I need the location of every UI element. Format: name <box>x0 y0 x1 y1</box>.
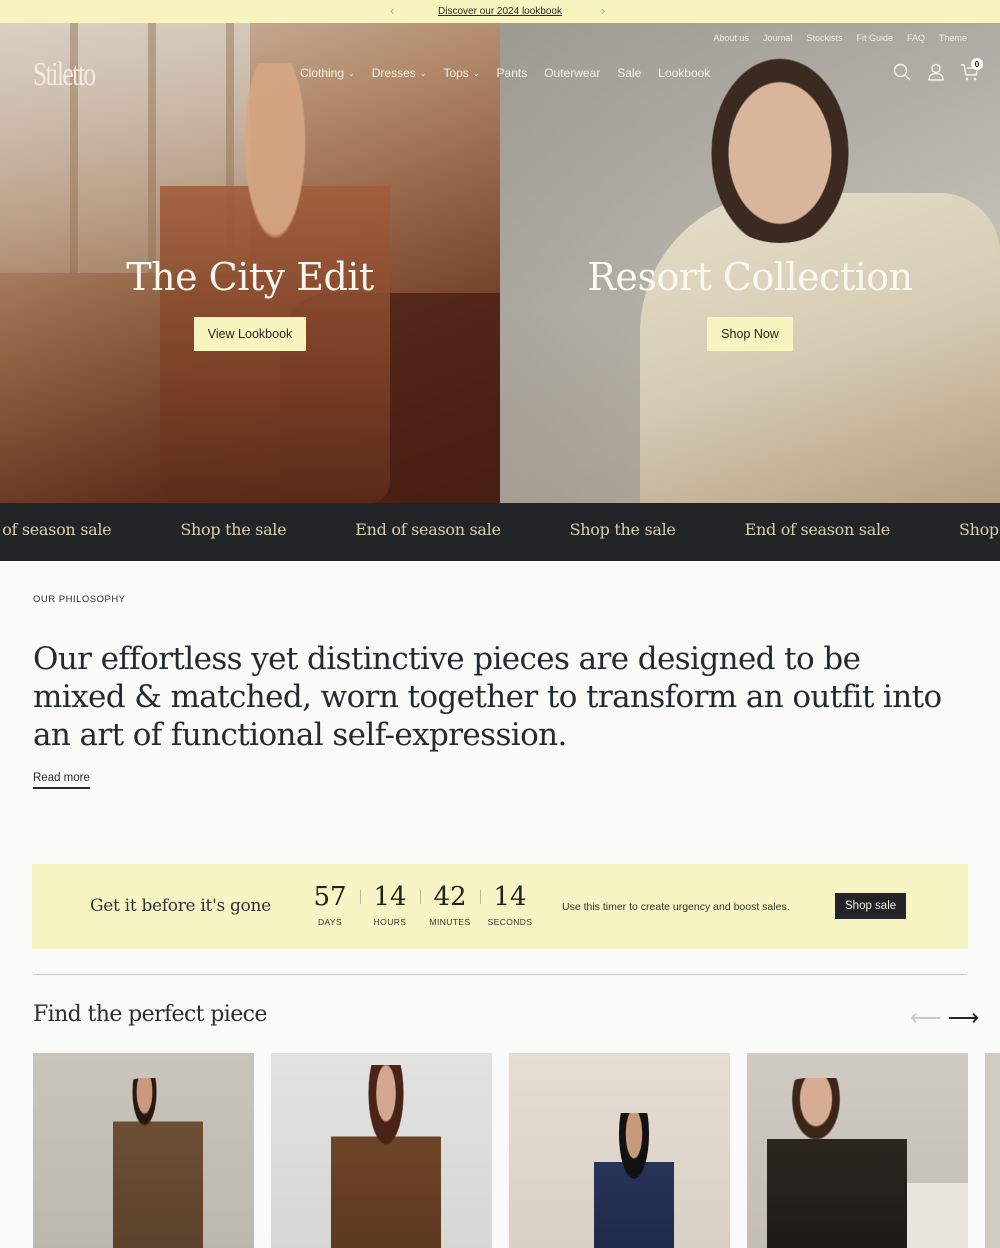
hero-title: The City Edit <box>126 255 374 299</box>
nav-label: Pants <box>496 66 528 80</box>
nav-item-lookbook[interactable]: Lookbook <box>658 66 710 80</box>
countdown-value: 14 <box>493 882 527 912</box>
marquee-item[interactable]: Shop the sale <box>959 520 1000 539</box>
countdown-banner: Get it before it's gone 57 DAYS 14 HOURS… <box>32 864 968 949</box>
product-card[interactable] <box>33 1053 254 1248</box>
hero-title: Resort Collection <box>587 255 913 299</box>
nav-label: Tops <box>443 66 469 80</box>
nav-label: Sale <box>617 66 642 80</box>
nav-label: Dresses <box>371 66 416 80</box>
countdown-description: Use this timer to create urgency and boo… <box>562 901 790 913</box>
marquee-item[interactable]: End of season sale <box>0 520 112 539</box>
marquee-track: End of season sale Shop the sale End of … <box>0 520 1000 539</box>
util-link-stockists[interactable]: Stockists <box>806 33 842 43</box>
nav-label: Clothing <box>300 66 345 80</box>
nav-item-clothing[interactable]: Clothing ⌄ <box>300 66 355 80</box>
countdown-hours: 14 HOURS <box>360 882 421 927</box>
nav-item-pants[interactable]: Pants <box>497 66 528 80</box>
chevron-down-icon: ⌄ <box>472 68 480 78</box>
product-card[interactable] <box>747 1053 968 1248</box>
announcement-link[interactable]: Discover our 2024 lookbook <box>438 6 562 17</box>
slider-nav: ⟵ ⟶ <box>910 1007 980 1029</box>
chevron-right-icon[interactable]: › <box>601 3 605 18</box>
view-lookbook-button[interactable]: View Lookbook <box>193 317 307 351</box>
marquee-item[interactable]: Shop the sale <box>570 520 676 539</box>
chevron-down-icon: ⌄ <box>419 68 427 78</box>
shop-sale-button[interactable]: Shop sale <box>835 893 907 919</box>
chevron-left-icon[interactable]: ‹ <box>390 3 394 18</box>
countdown-label: SECONDS <box>487 917 533 927</box>
countdown-value: 57 <box>313 882 347 912</box>
nav-item-tops[interactable]: Tops ⌄ <box>443 66 479 80</box>
philosophy-text: Our effortless yet distinctive pieces ar… <box>33 641 942 753</box>
hero-slide-city-edit: The City Edit View Lookbook <box>0 255 500 351</box>
util-link-journal[interactable]: Journal <box>763 33 793 43</box>
nav-item-sale[interactable]: Sale <box>617 66 641 80</box>
countdown-label: MINUTES <box>429 917 471 927</box>
product-card[interactable] <box>509 1053 730 1248</box>
product-image <box>331 1065 441 1248</box>
read-more-link[interactable]: Read more <box>33 772 90 789</box>
account-icon[interactable] <box>926 62 946 82</box>
nav-label: Outerwear <box>544 66 601 80</box>
util-link-fit-guide[interactable]: Fit Guide <box>856 33 893 43</box>
header-icons: 0 <box>892 58 983 82</box>
countdown-timer: 57 DAYS 14 HOURS 42 MINUTES 14 SECONDS <box>300 882 540 927</box>
hero-slide-resort: Resort Collection Shop Now <box>500 255 1000 351</box>
product-card[interactable] <box>271 1053 492 1248</box>
announcement-bar: ‹ Discover our 2024 lookbook › <box>0 0 1000 23</box>
nav-item-dresses[interactable]: Dresses ⌄ <box>372 66 427 80</box>
cart-icon[interactable]: 0 <box>960 58 983 82</box>
countdown-value: 42 <box>433 882 467 912</box>
hero: The City Edit View Lookbook Resort Colle… <box>0 23 1000 503</box>
section-divider <box>33 974 967 975</box>
utility-nav: About us Journal Stockists Fit Guide FAQ… <box>713 33 967 43</box>
product-image <box>594 1113 674 1248</box>
search-icon[interactable] <box>892 62 912 82</box>
cart-count-badge: 0 <box>971 58 983 70</box>
arrow-left-icon[interactable]: ⟵ <box>910 1007 942 1029</box>
countdown-label: DAYS <box>317 917 343 927</box>
shop-now-button[interactable]: Shop Now <box>707 317 793 351</box>
sale-marquee: End of season sale Shop the sale End of … <box>0 503 1000 561</box>
chevron-down-icon: ⌄ <box>348 68 355 78</box>
countdown-seconds: 14 SECONDS <box>480 882 540 927</box>
product-image <box>767 1078 907 1248</box>
marquee-item[interactable]: End of season sale <box>355 520 501 539</box>
countdown-label: HOURS <box>373 917 407 927</box>
logo[interactable]: Stiletto <box>33 56 96 94</box>
nav-item-outerwear[interactable]: Outerwear <box>544 66 600 80</box>
product-image <box>113 1078 203 1248</box>
product-card[interactable] <box>985 1053 1000 1248</box>
util-link-faq[interactable]: FAQ <box>907 33 925 43</box>
arrow-right-icon[interactable]: ⟶ <box>948 1007 980 1029</box>
nav-label: Lookbook <box>658 66 711 80</box>
products-section-title: Find the perfect piece <box>33 1002 267 1027</box>
util-link-about[interactable]: About us <box>713 33 749 43</box>
countdown-value: 14 <box>373 882 407 912</box>
countdown-days: 57 DAYS <box>300 882 361 927</box>
marquee-item[interactable]: Shop the sale <box>180 520 286 539</box>
util-link-theme[interactable]: Theme <box>939 33 967 43</box>
philosophy-eyebrow: OUR PHILOSOPHY <box>33 594 126 605</box>
product-carousel <box>33 1053 1000 1248</box>
marquee-item[interactable]: End of season sale <box>745 520 891 539</box>
model-figure <box>700 43 860 243</box>
main-nav: Clothing ⌄ Dresses ⌄ Tops ⌄ Pants Outerwear… <box>300 66 710 80</box>
countdown-title: Get it before it's gone <box>90 896 271 916</box>
countdown-minutes: 42 MINUTES <box>420 882 481 927</box>
